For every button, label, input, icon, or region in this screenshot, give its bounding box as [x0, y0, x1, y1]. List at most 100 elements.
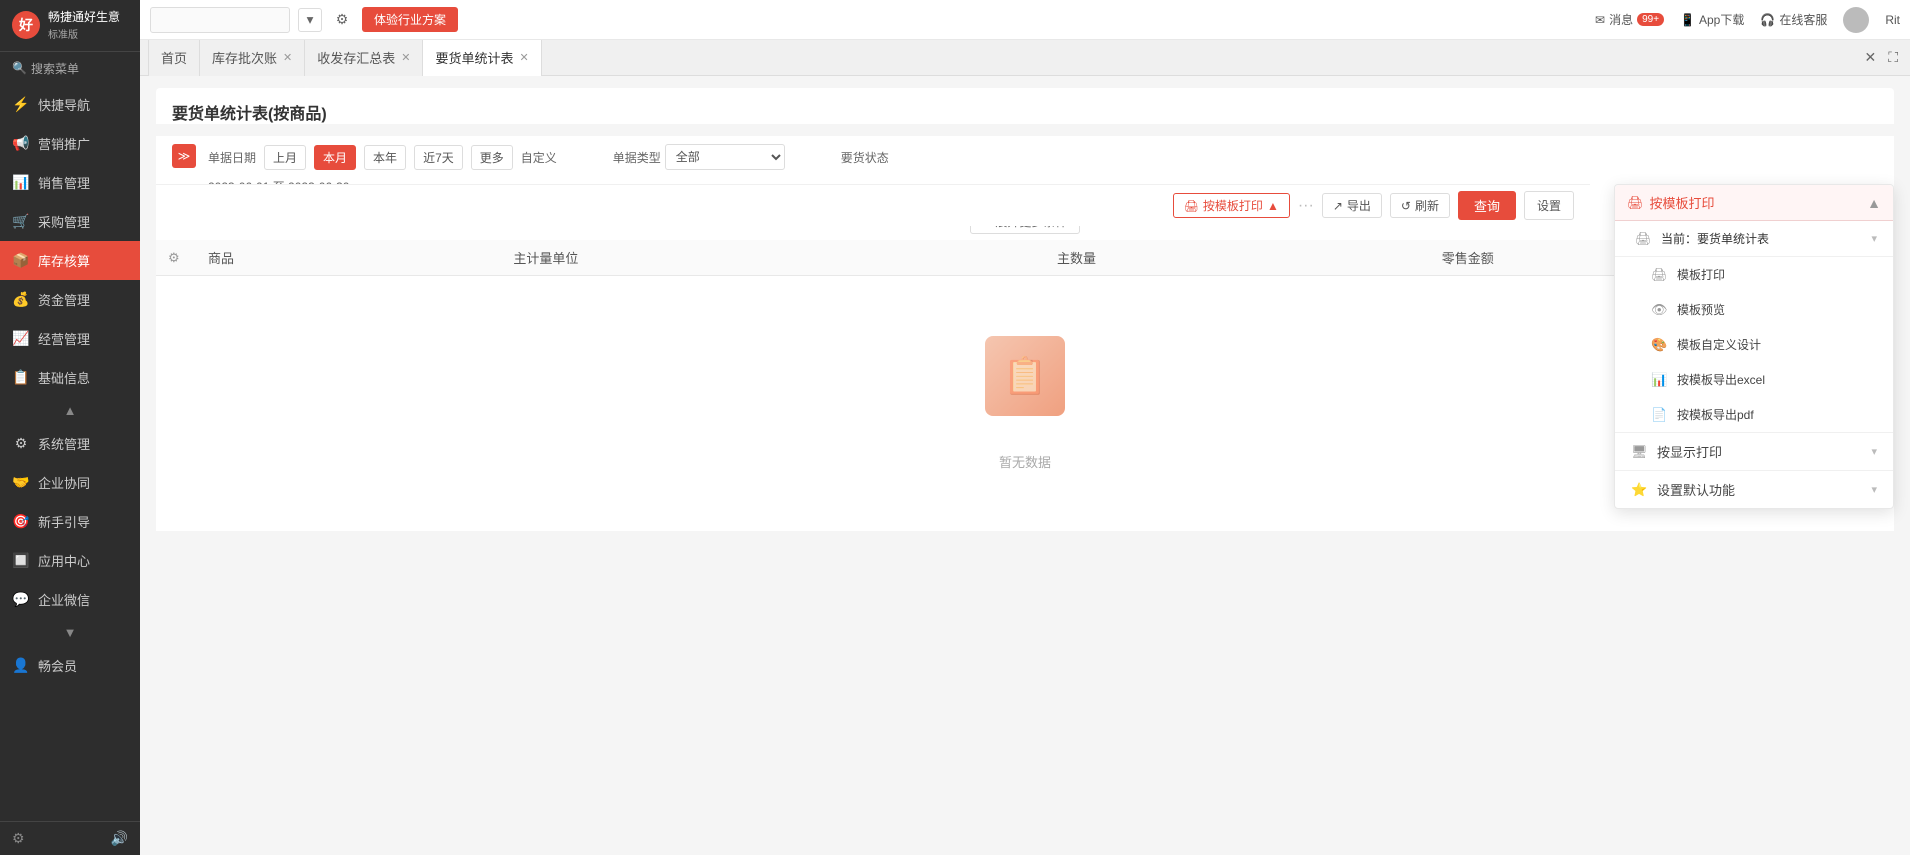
default-func-icon: ⭐	[1631, 482, 1647, 498]
sidebar-item-guide[interactable]: 🎯 新手引导	[0, 502, 140, 541]
topbar-dropdown-btn[interactable]: ▾	[298, 8, 322, 32]
messages-label: 消息	[1609, 11, 1633, 28]
btn-export[interactable]: ↗ 导出	[1322, 193, 1382, 218]
main-area: ▾ ⚙ 体验行业方案 ✉ 消息 99+ 📱 App下载 🎧 在线客服 Rit 首…	[140, 0, 1910, 855]
sidebar-item-label: 销售管理	[38, 173, 90, 192]
sidebar-item-quick-nav[interactable]: ⚡ 快捷导航	[0, 85, 140, 124]
tab-inventory-batch-label: 库存批次账	[212, 48, 277, 67]
dropdown-item-export-pdf[interactable]: 📄 按模板导出pdf	[1615, 397, 1893, 432]
tab-window-btns: ✕ ⛶	[1860, 47, 1910, 68]
export-excel-icon: 📊	[1651, 372, 1667, 388]
action-bar: 🖨 按模板打印 ▲ ··· ↗ 导出 ↺ 刷新 查询 设置	[156, 184, 1590, 226]
date-btn-more[interactable]: 更多	[471, 145, 513, 170]
tab-receipt-summary-close[interactable]: ✕	[401, 51, 410, 64]
dropdown-item-template-preview[interactable]: 👁 模板预览	[1615, 292, 1893, 327]
date-btn-current-month[interactable]: 本月	[314, 145, 356, 170]
date-btn-current-year[interactable]: 本年	[364, 145, 406, 170]
template-preview-label: 模板预览	[1677, 301, 1725, 318]
app-center-icon: 🔲	[12, 551, 30, 569]
tab-order-stats-close[interactable]: ✕	[520, 51, 529, 64]
topbar-messages[interactable]: ✉ 消息 99+	[1595, 11, 1664, 28]
sidebar-item-finance[interactable]: 💰 资金管理	[0, 280, 140, 319]
btn-refresh[interactable]: ↺ 刷新	[1390, 193, 1450, 218]
sidebar-item-app-center[interactable]: 🔲 应用中心	[0, 541, 140, 580]
topbar-right: ✉ 消息 99+ 📱 App下载 🎧 在线客服 Rit	[1595, 7, 1900, 33]
order-status-label: 要货状态	[841, 149, 889, 166]
guide-icon: 🎯	[12, 512, 30, 530]
operations-icon: 📈	[12, 329, 30, 347]
sidebar-item-wechat[interactable]: 💬 企业微信	[0, 580, 140, 619]
dropdown-current-template[interactable]: 🖨 当前：要货单统计表 ▾	[1615, 221, 1893, 256]
print-btn-arrow: ▲	[1267, 199, 1279, 213]
tab-order-stats[interactable]: 要货单统计表 ✕	[423, 40, 541, 76]
app-download-label: App下载	[1699, 11, 1744, 28]
type-filter-select[interactable]: 全部 要货单	[665, 144, 785, 170]
dropdown-close-btn[interactable]: ▲	[1867, 195, 1881, 211]
app-edition: 标准版	[48, 26, 120, 41]
sidebar-item-operations[interactable]: 📈 经营管理	[0, 319, 140, 358]
sidebar-scroll-up[interactable]: ▲	[0, 397, 140, 424]
topbar-gear-btn[interactable]: ⚙	[330, 8, 354, 32]
sidebar-item-collab[interactable]: 🤝 企业协同	[0, 463, 140, 502]
sidebar-logo: 好 畅捷通好生意 标准版	[0, 0, 140, 52]
dropdown-item-export-excel[interactable]: 📊 按模板导出excel	[1615, 362, 1893, 397]
inventory-icon: 📦	[12, 251, 30, 269]
topbar-nav-input[interactable]	[150, 7, 290, 33]
current-template-icon: 🖨	[1635, 231, 1651, 247]
window-close-btn[interactable]: ✕	[1860, 47, 1880, 68]
app-name: 畅捷通好生意	[48, 10, 120, 26]
sidebar-item-sales[interactable]: 📊 销售管理	[0, 163, 140, 202]
btn-query[interactable]: 查询	[1458, 191, 1516, 220]
sidebar-item-member[interactable]: 👤 畅会员	[0, 646, 140, 685]
topbar-app-download[interactable]: 📱 App下载	[1680, 11, 1744, 28]
sidebar-search[interactable]: 🔍 搜索菜单	[0, 52, 140, 85]
sidebar-item-label: 资金管理	[38, 290, 90, 309]
footer-audio-icon[interactable]: 🔊	[111, 830, 128, 847]
dropdown-panel-header: 🖨 按模板打印 ▲	[1615, 185, 1893, 221]
tab-inventory-batch-close[interactable]: ✕	[283, 51, 292, 64]
topbar-avatar[interactable]	[1843, 7, 1869, 33]
sidebar-nav: ⚡ 快捷导航 📢 营销推广 📊 销售管理 🛒 采购管理 📦 库存核算 💰 资金管…	[0, 85, 140, 821]
sidebar-item-marketing[interactable]: 📢 营销推广	[0, 124, 140, 163]
tab-inventory-batch[interactable]: 库存批次账 ✕	[200, 40, 305, 76]
sidebar-item-inventory[interactable]: 📦 库存核算	[0, 241, 140, 280]
sidebar-item-basic-info[interactable]: 📋 基础信息	[0, 358, 140, 397]
dropdown-item-default-func[interactable]: ⭐ 设置默认功能 ▾	[1615, 471, 1893, 508]
table-gear-icon[interactable]: ⚙	[168, 250, 180, 265]
dropdown-item-template-print[interactable]: 🖨 模板打印	[1615, 257, 1893, 292]
table-col-product: 商品	[196, 240, 501, 276]
tab-home-label: 首页	[161, 48, 187, 67]
more-icon[interactable]: ···	[1298, 197, 1314, 215]
sidebar-scroll-down[interactable]: ▼	[0, 619, 140, 646]
tab-home[interactable]: 首页	[148, 40, 200, 76]
type-filter-wrapper: 单据类型 全部 要货单	[613, 144, 785, 170]
app-download-icon: 📱	[1680, 13, 1695, 27]
default-func-arrow: ▾	[1871, 483, 1877, 496]
table-col-unit: 主计量单位	[501, 240, 1045, 276]
sidebar-item-purchase[interactable]: 🛒 采购管理	[0, 202, 140, 241]
footer-settings-icon[interactable]: ⚙	[12, 830, 25, 847]
date-btn-7days[interactable]: 近7天	[414, 145, 463, 170]
search-label: 搜索菜单	[31, 60, 79, 77]
filter-expand-btn[interactable]: ≫	[172, 144, 196, 168]
dropdown-item-display-print[interactable]: 🖥 按显示打印 ▾	[1615, 433, 1893, 470]
system-icon: ⚙	[12, 434, 30, 452]
export-icon: ↗	[1333, 199, 1343, 213]
template-preview-icon: 👁	[1651, 302, 1667, 318]
window-maximize-btn[interactable]: ⛶	[1884, 47, 1902, 68]
refresh-label: 刷新	[1415, 197, 1439, 214]
date-btn-prev-month[interactable]: 上月	[264, 145, 306, 170]
topbar-online-service[interactable]: 🎧 在线客服	[1760, 11, 1827, 28]
print-icon: 🖨	[1627, 195, 1644, 211]
export-pdf-label: 按模板导出pdf	[1677, 406, 1754, 423]
type-filter-label: 单据类型	[613, 149, 661, 166]
tab-receipt-summary[interactable]: 收发存汇总表 ✕	[305, 40, 423, 76]
btn-settings[interactable]: 设置	[1524, 191, 1574, 220]
topbar-industry-btn[interactable]: 体验行业方案	[362, 7, 458, 32]
sidebar-item-system[interactable]: ⚙ 系统管理	[0, 424, 140, 463]
page-header: 要货单统计表(按商品)	[156, 88, 1894, 124]
sidebar-item-label: 经营管理	[38, 329, 90, 348]
display-print-arrow: ▾	[1871, 445, 1877, 458]
dropdown-item-template-custom[interactable]: 🎨 模板自定义设计	[1615, 327, 1893, 362]
btn-print[interactable]: 🖨 按模板打印 ▲	[1173, 193, 1290, 218]
